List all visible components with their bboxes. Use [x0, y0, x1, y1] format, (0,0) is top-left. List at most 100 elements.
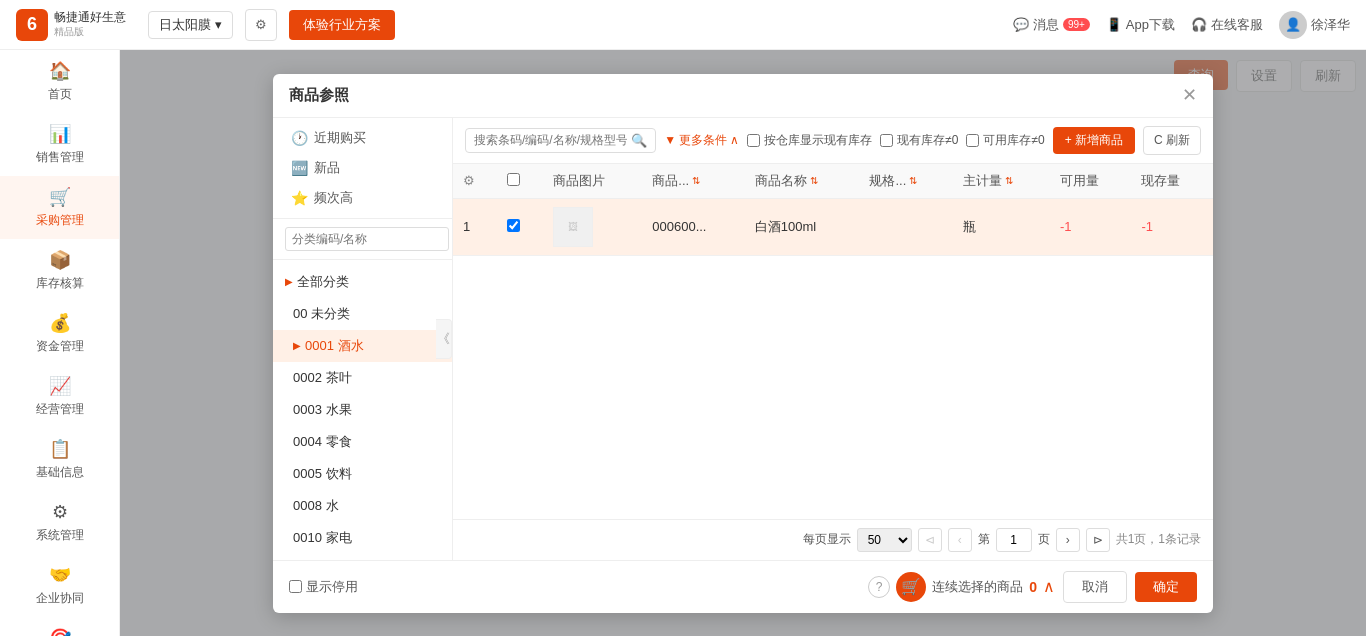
- sidebar-item-inventory[interactable]: 📦 库存核算: [0, 239, 119, 302]
- recent-purchase-item[interactable]: 🕐 近期购买: [285, 124, 440, 152]
- filter-icon: ▼: [664, 133, 676, 147]
- search-icon[interactable]: 🔍: [631, 133, 647, 148]
- td-check: [497, 198, 543, 255]
- recent-purchase-label: 近期购买: [314, 129, 366, 147]
- cart-label: 连续选择的商品: [932, 578, 1023, 596]
- sidebar-item-sales[interactable]: 📊 销售管理: [0, 113, 119, 176]
- sort-icon-code: ⇅: [692, 175, 700, 186]
- next-page-button[interactable]: ›: [1056, 528, 1080, 552]
- category-0005-label: 0005 饮料: [293, 465, 352, 483]
- product-image: 🖼: [553, 207, 593, 247]
- message-label: 消息: [1033, 16, 1059, 34]
- category-0005[interactable]: 0005 饮料: [273, 458, 452, 490]
- layout: 🏠 首页 📊 销售管理 🛒 采购管理 📦 库存核算 💰 资金管理 📈 经营管理 …: [0, 50, 1366, 636]
- row-checkbox[interactable]: [507, 219, 520, 232]
- show-disabled-checkbox[interactable]: [289, 580, 302, 593]
- add-product-button[interactable]: + 新增商品: [1053, 127, 1135, 154]
- app-download-label: App下载: [1126, 16, 1175, 34]
- confirm-button[interactable]: 确定: [1135, 572, 1197, 602]
- th-spec[interactable]: 规格... ⇅: [859, 164, 953, 199]
- page-input[interactable]: [996, 528, 1032, 552]
- cancel-button[interactable]: 取消: [1063, 571, 1127, 603]
- refresh-button[interactable]: C 刷新: [1143, 126, 1201, 155]
- sidebar-item-finance[interactable]: 💰 资金管理: [0, 302, 119, 365]
- product-search-input[interactable]: [474, 133, 627, 147]
- product-table: ⚙ 商品图片: [453, 164, 1213, 256]
- sidebar-item-business[interactable]: 📈 经营管理: [0, 365, 119, 428]
- page-size-select[interactable]: 50 10 20 100: [857, 528, 912, 552]
- category-all[interactable]: ▶ 全部分类: [273, 266, 452, 298]
- last-page-button[interactable]: ⊳: [1086, 528, 1110, 552]
- gear-button[interactable]: ⚙: [245, 9, 277, 41]
- system-icon: ⚙: [52, 501, 68, 523]
- category-0004[interactable]: 0004 零食: [273, 426, 452, 458]
- th-code-label: 商品...: [652, 172, 689, 190]
- stock-nonzero-checkbox[interactable]: [880, 134, 893, 147]
- sidebar-label-purchase: 采购管理: [36, 212, 84, 229]
- category-00[interactable]: 00 未分类: [273, 298, 452, 330]
- logo-icon: 6: [16, 9, 48, 41]
- sidebar-item-guide[interactable]: 🎯 新手引导: [0, 617, 119, 636]
- business-icon: 📈: [49, 375, 71, 397]
- message-item[interactable]: 💬 消息 99+: [1013, 16, 1090, 34]
- store-selector[interactable]: 日太阳膜 ▾: [148, 11, 233, 39]
- sidebar-item-purchase[interactable]: 🛒 采购管理: [0, 176, 119, 239]
- th-name[interactable]: 商品名称 ⇅: [745, 164, 860, 199]
- available-nonzero-label: 可用库存≠0: [983, 132, 1044, 149]
- available-nonzero-checkbox[interactable]: [966, 134, 979, 147]
- sidebar-label-collab: 企业协同: [36, 590, 84, 607]
- prev-page-button[interactable]: ‹: [948, 528, 972, 552]
- category-0010[interactable]: 0010 家电: [273, 522, 452, 554]
- frequent-item[interactable]: ⭐ 频次高: [285, 184, 440, 212]
- category-0001[interactable]: ▶ 0001 酒水: [273, 330, 452, 362]
- sidebar-item-basic[interactable]: 📋 基础信息: [0, 428, 119, 491]
- sidebar-item-collab[interactable]: 🤝 企业协同: [0, 554, 119, 617]
- new-product-item[interactable]: 🆕 新品: [285, 154, 440, 182]
- category-0008-label: 0008 水: [293, 497, 339, 515]
- message-icon: 💬: [1013, 17, 1029, 32]
- sort-icon-name: ⇅: [810, 175, 818, 186]
- trial-button[interactable]: 体验行业方案: [289, 10, 395, 40]
- sort-icon-unit: ⇅: [1005, 175, 1013, 186]
- table-row[interactable]: 1 🖼: [453, 198, 1213, 255]
- selected-count: 0: [1029, 579, 1037, 595]
- sidebar-item-home[interactable]: 🏠 首页: [0, 50, 119, 113]
- store-name: 日太阳膜: [159, 16, 211, 34]
- category-0003[interactable]: 0003 水果: [273, 394, 452, 426]
- footer-collapse-icon[interactable]: ∧: [1043, 577, 1055, 596]
- th-spec-label: 规格...: [869, 172, 906, 190]
- th-img: 商品图片: [543, 164, 642, 199]
- select-all-checkbox[interactable]: [507, 173, 520, 186]
- category-all-label: 全部分类: [297, 273, 349, 291]
- sidebar-item-system[interactable]: ⚙ 系统管理: [0, 491, 119, 554]
- product-table-body: 1 🖼: [453, 198, 1213, 255]
- settings-icon[interactable]: ⚙: [463, 173, 475, 188]
- dialog-close-button[interactable]: ✕: [1182, 86, 1197, 104]
- logo-text: 畅捷通好生意: [54, 10, 126, 26]
- th-code[interactable]: 商品... ⇅: [642, 164, 745, 199]
- first-page-button[interactable]: ⊲: [918, 528, 942, 552]
- cart-icon[interactable]: 🛒: [896, 572, 926, 602]
- th-img-label: 商品图片: [553, 173, 605, 188]
- category-0008[interactable]: 0008 水: [273, 490, 452, 522]
- sales-icon: 📊: [49, 123, 71, 145]
- category-collapse-button[interactable]: 《: [436, 319, 452, 359]
- help-icon[interactable]: ?: [868, 576, 890, 598]
- headset-icon: 🎧: [1191, 17, 1207, 32]
- filter-label: 更多条件: [679, 132, 727, 149]
- category-search-input[interactable]: [285, 227, 449, 251]
- category-0010-label: 0010 家电: [293, 529, 352, 547]
- stock-nonzero-checkbox-group: 现有库存≠0: [880, 132, 958, 149]
- filter-button[interactable]: ▼ 更多条件 ∧: [664, 132, 739, 149]
- online-service-item[interactable]: 🎧 在线客服: [1191, 16, 1263, 34]
- page-size-label: 每页显示: [803, 531, 851, 548]
- category-0002[interactable]: 0002 茶叶: [273, 362, 452, 394]
- username: 徐泽华: [1311, 16, 1350, 34]
- warehouse-checkbox[interactable]: [747, 134, 760, 147]
- app-download-item[interactable]: 📱 App下载: [1106, 16, 1175, 34]
- category-0001-label: 0001 酒水: [305, 337, 364, 355]
- th-unit[interactable]: 主计量 ⇅: [953, 164, 1050, 199]
- user-item[interactable]: 👤 徐泽华: [1279, 11, 1350, 39]
- th-available-label: 可用量: [1060, 173, 1099, 188]
- new-product-label: 新品: [314, 159, 340, 177]
